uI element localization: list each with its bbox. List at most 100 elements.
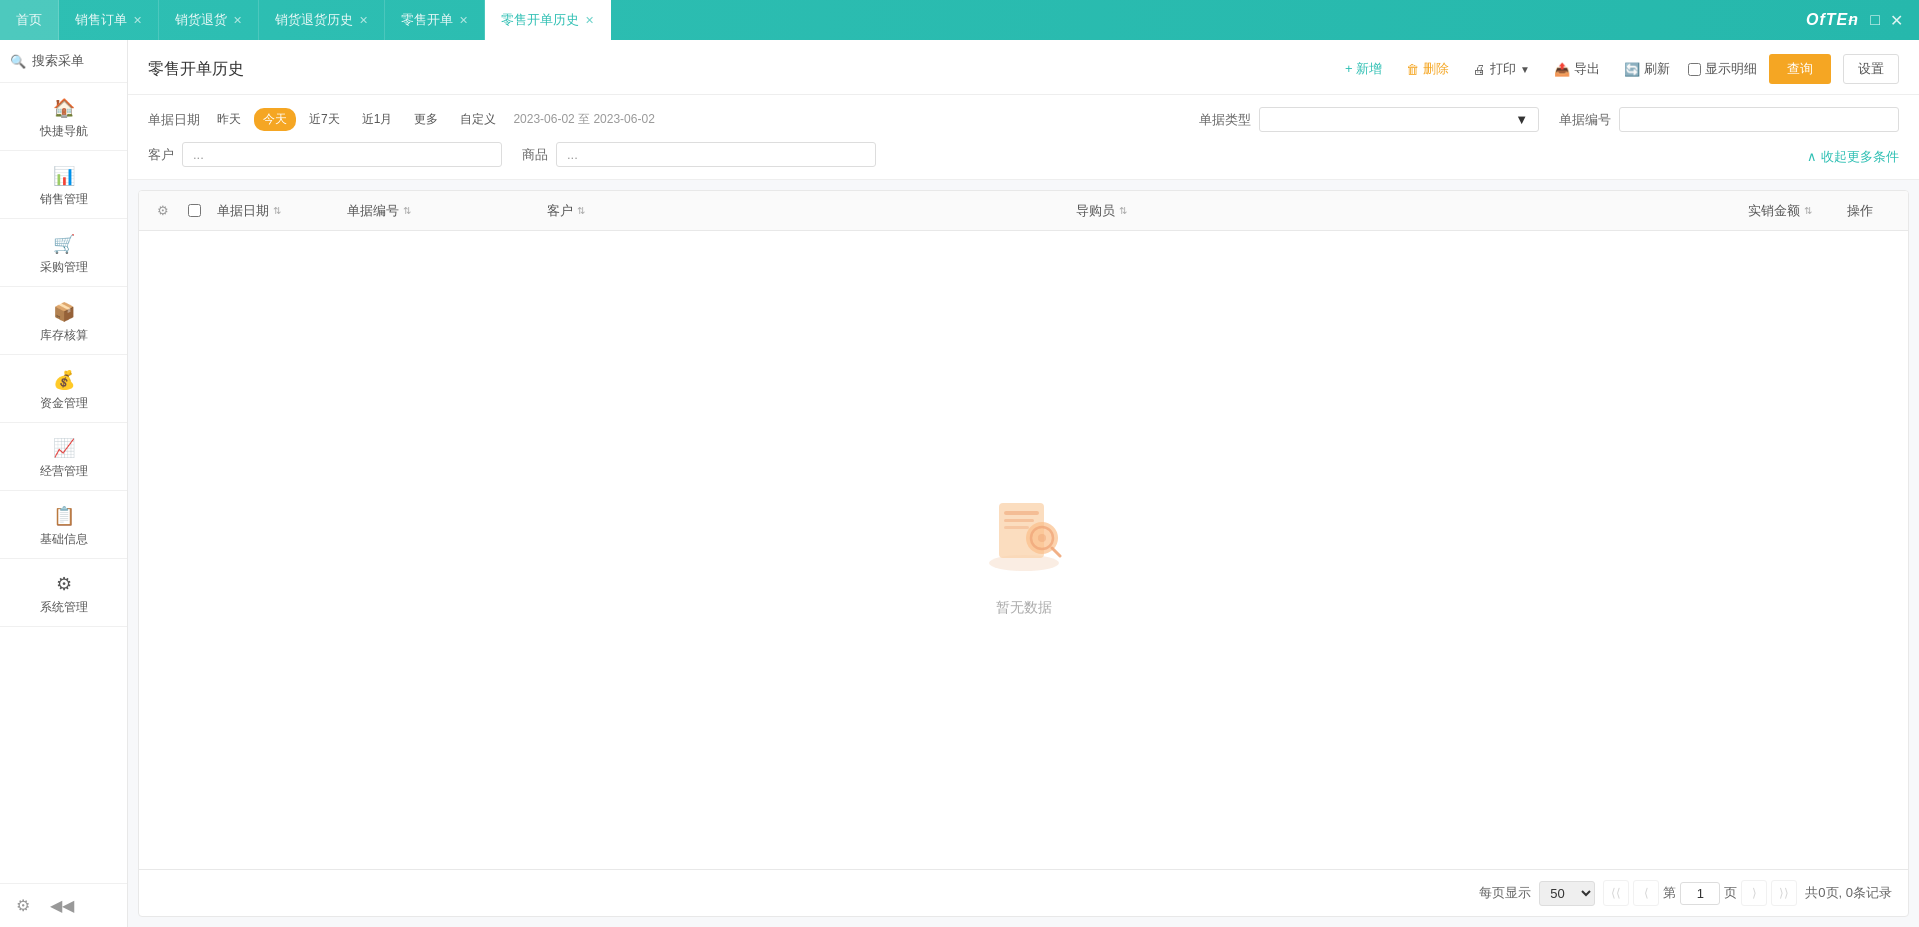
- doc-num-input[interactable]: [1619, 107, 1899, 132]
- add-button[interactable]: + 新增: [1339, 56, 1388, 82]
- doc-type-select[interactable]: ▼: [1259, 107, 1539, 132]
- tab-close-retail-open-history[interactable]: ✕: [585, 14, 594, 27]
- print-button[interactable]: 🖨 打印 ▼: [1467, 56, 1536, 82]
- goods-input[interactable]: ...: [556, 142, 876, 167]
- col-header-amount[interactable]: 实销金额 ⇅: [1700, 202, 1820, 220]
- sidebar-item-finance[interactable]: 💰 资金管理: [0, 355, 127, 423]
- tab-label-home: 首页: [16, 11, 42, 29]
- sidebar-item-system-mgmt[interactable]: ⚙ 系统管理: [0, 559, 127, 627]
- sidebar-item-sales-mgmt[interactable]: 📊 销售管理: [0, 151, 127, 219]
- filter-client: 客户 ...: [148, 142, 502, 167]
- tab-close-sales-order[interactable]: ✕: [133, 14, 142, 27]
- sidebar-label-purchase-mgmt: 采购管理: [40, 259, 88, 276]
- sidebar-icon-operations: 📈: [53, 437, 75, 459]
- tab-label-retail-open: 零售开单: [401, 11, 453, 29]
- tab-home[interactable]: 首页: [0, 0, 59, 40]
- sidebar-search[interactable]: 🔍 搜索采单: [0, 40, 127, 83]
- empty-state: 暂无数据: [139, 231, 1908, 869]
- table-area: ⚙ 单据日期 ⇅ 单据编号 ⇅ 客户 ⇅: [138, 190, 1909, 917]
- svg-rect-2: [1004, 511, 1039, 515]
- sidebar-label-operations: 经营管理: [40, 463, 88, 480]
- date-btn-custom[interactable]: 自定义: [451, 108, 505, 131]
- date-btn-more[interactable]: 更多: [405, 108, 447, 131]
- tab-sales-return[interactable]: 销货退货 ✕: [159, 0, 259, 40]
- filter-row-1: 单据日期 昨天 今天 近7天 近1月 更多 自定义 2023-06-02 至 2…: [148, 107, 1899, 132]
- brand-logo: OfTEn: [1806, 11, 1859, 29]
- tab-close-sales-return[interactable]: ✕: [233, 14, 242, 27]
- table-select-all-checkbox[interactable]: [179, 204, 209, 217]
- goods-label: 商品: [522, 146, 548, 164]
- doc-type-label: 单据类型: [1199, 111, 1251, 129]
- sidebar-item-operations[interactable]: 📈 经营管理: [0, 423, 127, 491]
- sidebar-item-purchase-mgmt[interactable]: 🛒 采购管理: [0, 219, 127, 287]
- client-input[interactable]: ...: [182, 142, 502, 167]
- export-button[interactable]: 📤 导出: [1548, 56, 1606, 82]
- col-header-date[interactable]: 单据日期 ⇅: [209, 202, 339, 220]
- setting-button[interactable]: 设置: [1843, 54, 1899, 84]
- sidebar-item-basic-info[interactable]: 📋 基础信息: [0, 491, 127, 559]
- tab-retail-open[interactable]: 零售开单 ✕: [385, 0, 485, 40]
- client-label: 客户: [148, 146, 174, 164]
- col-client-sort-icon: ⇅: [577, 205, 585, 216]
- close-button[interactable]: ✕: [1890, 11, 1903, 30]
- tab-label-sales-order: 销售订单: [75, 11, 127, 29]
- sidebar-icon-system-mgmt: ⚙: [56, 573, 72, 595]
- pagination: 每页显示 50 10 20 100 ⟨⟨ ⟨ 第 页 ⟩ ⟩⟩ 共0页, 0条记…: [139, 869, 1908, 916]
- date-filter-buttons: 昨天 今天 近7天 近1月 更多 自定义: [208, 108, 505, 131]
- tab-label-retail-open-history: 零售开单历史: [501, 11, 579, 29]
- maximize-button[interactable]: □: [1870, 11, 1880, 29]
- collapse-sidebar-icon[interactable]: ◀◀: [50, 896, 74, 915]
- col-num-label: 单据编号: [347, 202, 399, 220]
- last-page-button[interactable]: ⟩⟩: [1771, 880, 1797, 906]
- sidebar-label-inventory: 库存核算: [40, 327, 88, 344]
- svg-rect-3: [1004, 519, 1034, 522]
- svg-line-7: [1052, 548, 1060, 556]
- per-page-label: 每页显示: [1479, 884, 1531, 902]
- col-header-guide[interactable]: 导购员 ⇅: [1068, 202, 1188, 220]
- collapse-filter-button[interactable]: ∧ 收起更多条件: [1807, 148, 1899, 166]
- query-button[interactable]: 查询: [1769, 54, 1831, 84]
- sidebar-search-label: 搜索采单: [32, 52, 84, 70]
- doc-num-label: 单据编号: [1559, 111, 1611, 129]
- tab-sales-order[interactable]: 销售订单 ✕: [59, 0, 159, 40]
- next-page-button[interactable]: ⟩: [1741, 880, 1767, 906]
- delete-button[interactable]: 🗑 删除: [1400, 56, 1455, 82]
- sidebar-icon-inventory: 📦: [53, 301, 75, 323]
- per-page-select[interactable]: 50 10 20 100: [1539, 881, 1595, 906]
- settings-icon[interactable]: ⚙: [16, 896, 30, 915]
- date-btn-today[interactable]: 今天: [254, 108, 296, 131]
- page-input[interactable]: [1680, 882, 1720, 905]
- col-header-client[interactable]: 客户 ⇅: [539, 202, 1068, 220]
- date-btn-1month[interactable]: 近1月: [353, 108, 402, 131]
- sidebar-item-quick-nav[interactable]: 🏠 快捷导航: [0, 83, 127, 151]
- col-amount-label: 实销金额: [1748, 202, 1800, 220]
- col-guide-sort-icon: ⇅: [1119, 205, 1127, 216]
- page-word: 第: [1663, 884, 1676, 902]
- date-btn-yesterday[interactable]: 昨天: [208, 108, 250, 131]
- display-detail-checkbox[interactable]: [1688, 63, 1701, 76]
- tab-close-sales-return-history[interactable]: ✕: [359, 14, 368, 27]
- empty-text: 暂无数据: [996, 599, 1052, 617]
- tab-sales-return-history[interactable]: 销货退货历史 ✕: [259, 0, 385, 40]
- delete-icon: 🗑: [1406, 62, 1419, 77]
- table-header: ⚙ 单据日期 ⇅ 单据编号 ⇅ 客户 ⇅: [139, 191, 1908, 231]
- tab-label-sales-return-history: 销货退货历史: [275, 11, 353, 29]
- table-settings-icon[interactable]: ⚙: [147, 203, 179, 218]
- sidebar-icon-sales-mgmt: 📊: [53, 165, 75, 187]
- refresh-button[interactable]: 🔄 刷新: [1618, 56, 1676, 82]
- date-btn-7days[interactable]: 近7天: [300, 108, 349, 131]
- first-page-button[interactable]: ⟨⟨: [1603, 880, 1629, 906]
- page-header: 零售开单历史 + 新增 🗑 删除 🖨 打印 ▼ 📤 导出 🔄: [128, 40, 1919, 95]
- display-detail-checkbox-label[interactable]: 显示明细: [1688, 60, 1757, 78]
- tab-close-retail-open[interactable]: ✕: [459, 14, 468, 27]
- tab-label-sales-return: 销货退货: [175, 11, 227, 29]
- sidebar-item-inventory[interactable]: 📦 库存核算: [0, 287, 127, 355]
- filter-area: 单据日期 昨天 今天 近7天 近1月 更多 自定义 2023-06-02 至 2…: [128, 95, 1919, 180]
- filter-doc-num: 单据编号: [1559, 107, 1899, 132]
- tab-retail-open-history[interactable]: 零售开单历史 ✕: [485, 0, 611, 40]
- sidebar-label-sales-mgmt: 销售管理: [40, 191, 88, 208]
- date-label: 单据日期: [148, 111, 200, 129]
- pagination-nav: ⟨⟨ ⟨ 第 页 ⟩ ⟩⟩: [1603, 880, 1797, 906]
- col-header-num[interactable]: 单据编号 ⇅: [339, 202, 539, 220]
- prev-page-button[interactable]: ⟨: [1633, 880, 1659, 906]
